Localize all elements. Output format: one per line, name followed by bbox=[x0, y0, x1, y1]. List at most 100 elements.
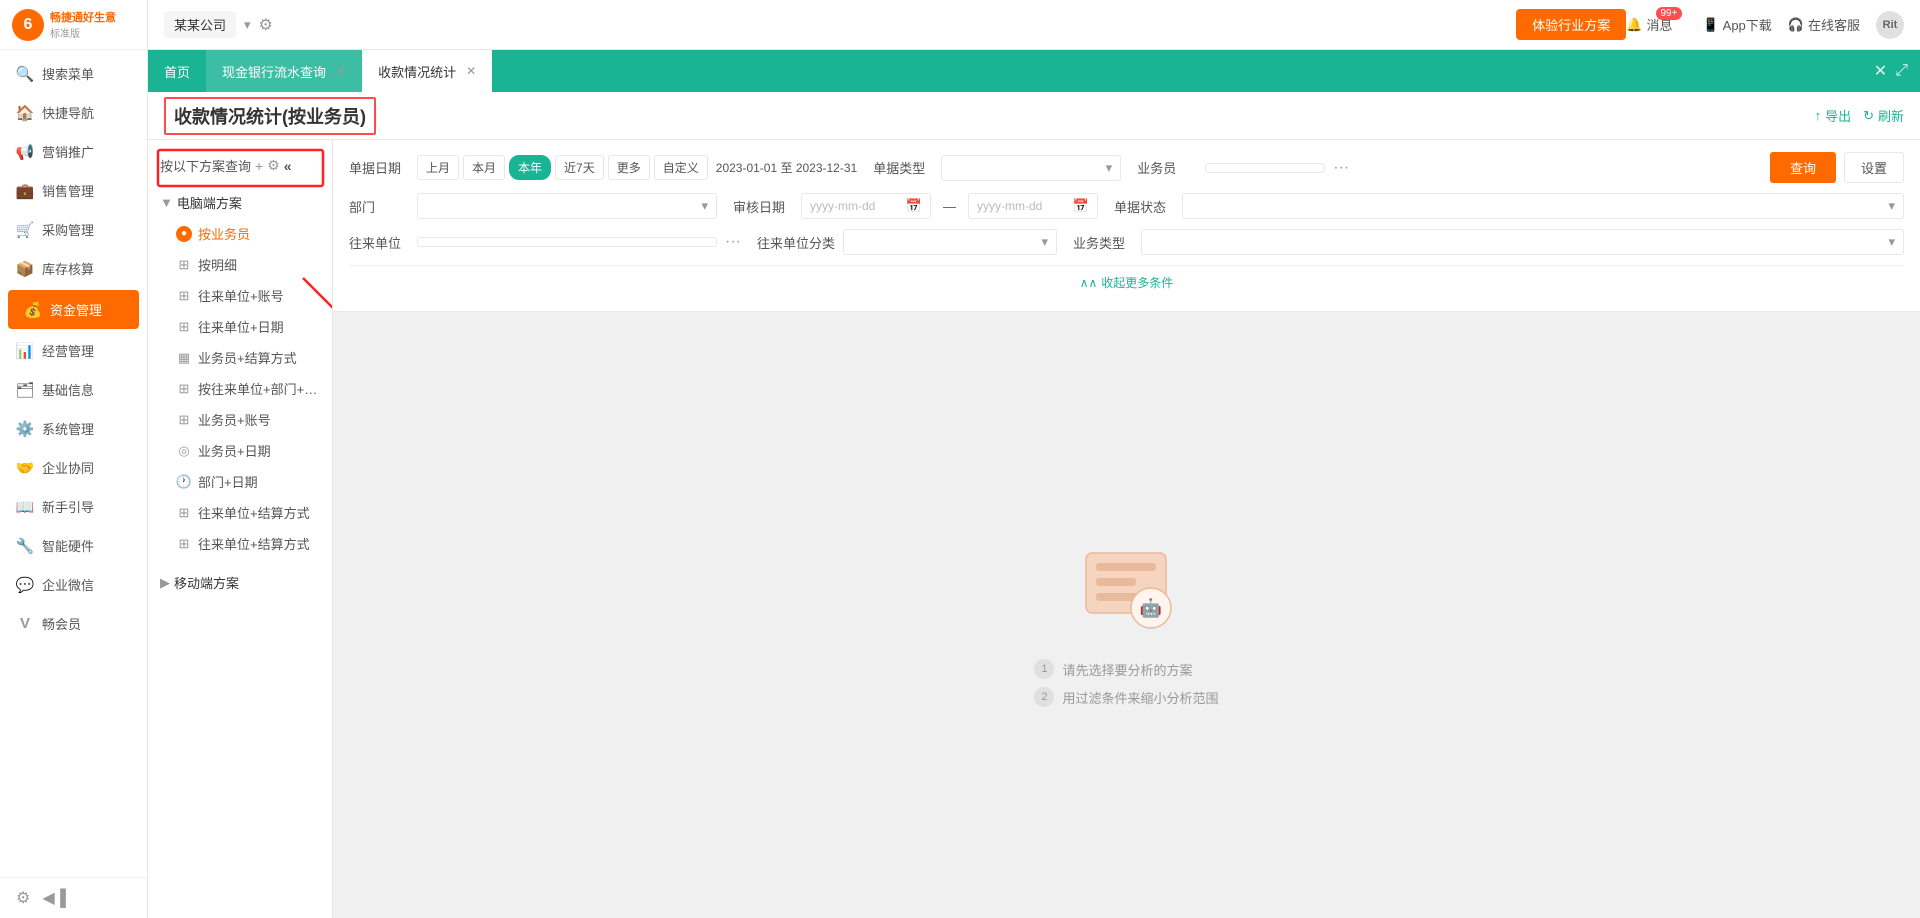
sidebar-item-hardware[interactable]: 🔧 智能硬件 bbox=[0, 526, 147, 565]
filter-dept-item: 部门 ▾ bbox=[349, 193, 717, 219]
sidebar-item-basic[interactable]: 🗂 基础信息 bbox=[0, 370, 147, 409]
filter-doc-type-select[interactable]: ▾ bbox=[941, 155, 1121, 181]
tab-maximize-icon[interactable]: ⤢ bbox=[1895, 62, 1908, 80]
sidebar-item-guide[interactable]: 📖 新手引导 bbox=[0, 487, 147, 526]
tab-close-all-icon[interactable]: ✕ bbox=[1874, 61, 1887, 81]
filter-date-item: 单据日期 上月 本月 本年 近7天 更多 自定义 2023-01-01 至 20… bbox=[349, 155, 857, 180]
sidebar-item-operations[interactable]: 📊 经营管理 bbox=[0, 331, 147, 370]
sidebar-item-shortcut[interactable]: 🏠 快捷导航 bbox=[0, 93, 147, 132]
refresh-button[interactable]: ↻ 刷新 bbox=[1863, 106, 1904, 125]
filter-salesman-select[interactable] bbox=[1205, 163, 1325, 173]
scheme-item-partner-settlement2[interactable]: ⊞ 往来单位+结算方式 bbox=[148, 528, 332, 559]
date-btn-more[interactable]: 更多 bbox=[608, 155, 650, 180]
tab-home-label: 首页 bbox=[164, 62, 190, 81]
user-avatar[interactable]: Rit bbox=[1876, 11, 1904, 39]
filter-row-3: 往来单位 ··· 往来单位分类 ▾ 业务类型 bbox=[349, 229, 1904, 255]
scheme-collapse-icon[interactable]: « bbox=[284, 158, 292, 174]
filter-partner-more[interactable]: ··· bbox=[725, 233, 741, 251]
sidebar-item-system[interactable]: ⚙️ 系统管理 bbox=[0, 409, 147, 448]
topbar-cta-button[interactable]: 体验行业方案 bbox=[1516, 9, 1626, 40]
filter-doc-status-select[interactable]: ▾ bbox=[1182, 193, 1904, 219]
sidebar-item-sales[interactable]: 💼 销售管理 bbox=[0, 171, 147, 210]
collapse-sidebar-icon[interactable]: ◀▐ bbox=[42, 888, 66, 908]
settings-footer-icon[interactable]: ⚙ bbox=[16, 888, 30, 908]
sidebar-item-label: 系统管理 bbox=[42, 419, 94, 438]
scheme-item-by-detail[interactable]: ⊞ 按明细 bbox=[148, 249, 332, 280]
filter-salesman-item: 业务员 ··· bbox=[1137, 158, 1349, 177]
scheme-item-salesman-date[interactable]: ◎ 业务员+日期 bbox=[148, 435, 332, 466]
date-btn-this-month[interactable]: 本月 bbox=[463, 155, 505, 180]
scheme-item-salesman-account[interactable]: ⊞ 业务员+账号 bbox=[148, 404, 332, 435]
scheme-item-by-salesman[interactable]: ● 按业务员 bbox=[148, 218, 332, 249]
scheme-item-partner-dept-collect[interactable]: ⊞ 按往来单位+部门+收... bbox=[148, 373, 332, 404]
sidebar-item-purchase[interactable]: 🛒 采购管理 bbox=[0, 210, 147, 249]
scheme-item-label: 部门+日期 bbox=[198, 472, 258, 491]
finance-icon: 💰 bbox=[24, 301, 42, 319]
filter-date-buttons: 上月 本月 本年 近7天 更多 自定义 2023-01-01 至 2023-12… bbox=[417, 155, 857, 180]
filter-dept-select[interactable]: ▾ bbox=[417, 193, 717, 219]
main-area: 某某公司 ▾ ⚙ 体验行业方案 🔔 消息 99+ 📱 App下载 🎧 在线客服 … bbox=[148, 0, 1920, 918]
filter-dept-label: 部门 bbox=[349, 197, 409, 216]
tab-home[interactable]: 首页 bbox=[148, 50, 206, 92]
notification-button[interactable]: 🔔 消息 99+ bbox=[1626, 15, 1672, 34]
filter-partner-item: 往来单位 ··· bbox=[349, 233, 741, 252]
scheme-add-icon[interactable]: + bbox=[255, 158, 263, 174]
filter-biz-type-select[interactable]: ▾ bbox=[1141, 229, 1904, 255]
sidebar-item-enterprise[interactable]: 🤝 企业协同 bbox=[0, 448, 147, 487]
scheme-settings-icon[interactable]: ⚙ bbox=[267, 157, 280, 174]
topbar-user[interactable]: 某某公司 bbox=[164, 11, 236, 38]
svg-text:🤖: 🤖 bbox=[1140, 597, 1162, 618]
filter-partner-type-select[interactable]: ▾ bbox=[843, 229, 1057, 255]
date-btn-7days[interactable]: 近7天 bbox=[555, 155, 604, 180]
basic-icon: 🗂 bbox=[16, 381, 34, 399]
scheme-item-grid7-icon: ⊞ bbox=[176, 536, 192, 552]
sidebar-item-inventory[interactable]: 📦 库存核算 bbox=[0, 249, 147, 288]
date-btn-custom[interactable]: 自定义 bbox=[654, 155, 708, 180]
online-service-button[interactable]: 🎧 在线客服 bbox=[1788, 15, 1860, 34]
sidebar-item-marketing[interactable]: 📢 营销推广 bbox=[0, 132, 147, 171]
refresh-icon: ↻ bbox=[1863, 108, 1874, 124]
scheme-item-label: 按业务员 bbox=[198, 224, 250, 243]
export-button[interactable]: ↑ 导出 bbox=[1815, 106, 1852, 125]
date-btn-this-year[interactable]: 本年 bbox=[509, 155, 551, 180]
filter-partner-select[interactable] bbox=[417, 237, 717, 247]
filter-salesman-more[interactable]: ··· bbox=[1333, 159, 1349, 177]
calendar-start-icon: 📅 bbox=[906, 198, 922, 214]
scheme-section-desktop-title[interactable]: ▼ 电脑端方案 bbox=[148, 187, 332, 218]
filter-review-date-start[interactable]: yyyy-mm-dd 📅 bbox=[801, 193, 931, 219]
sidebar-item-finance[interactable]: 💰 资金管理 bbox=[8, 290, 139, 329]
scheme-section-mobile-label: 移动端方案 bbox=[174, 573, 239, 592]
scheme-item-partner-settlement1[interactable]: ⊞ 往来单位+结算方式 bbox=[148, 497, 332, 528]
tab-bank-flow[interactable]: 现金银行流水查询 ✕ bbox=[206, 50, 362, 92]
topbar-dropdown-arrow[interactable]: ▾ bbox=[244, 17, 251, 33]
scheme-item-dept-date[interactable]: 🕐 部门+日期 bbox=[148, 466, 332, 497]
tip-num-1: 1 bbox=[1034, 659, 1054, 679]
guide-icon: 📖 bbox=[16, 498, 34, 516]
scheme-item-partner-date[interactable]: ⊞ 往来单位+日期 bbox=[148, 311, 332, 342]
tab-bank-flow-close[interactable]: ✕ bbox=[336, 64, 346, 78]
tip-text-2: 用过滤条件来缩小分析范围 bbox=[1062, 688, 1218, 707]
date-range-display: 2023-01-01 至 2023-12-31 bbox=[716, 159, 857, 176]
filter-settings-button[interactable]: 设置 bbox=[1844, 152, 1904, 183]
query-button[interactable]: 查询 bbox=[1770, 152, 1836, 183]
collapse-bar[interactable]: ∧∧ 收起更多条件 bbox=[349, 265, 1904, 299]
doc-type-dropdown-arrow: ▾ bbox=[1106, 160, 1113, 176]
filter-date-label: 单据日期 bbox=[349, 158, 409, 177]
tab-collection-stats-close[interactable]: ✕ bbox=[466, 64, 476, 78]
scheme-item-partner-account[interactable]: ⊞ 往来单位+账号 bbox=[148, 280, 332, 311]
topbar-gear-icon[interactable]: ⚙ bbox=[259, 15, 273, 35]
date-btn-last-month[interactable]: 上月 bbox=[417, 155, 459, 180]
tab-collection-stats[interactable]: 收款情况统计 ✕ bbox=[362, 50, 492, 92]
empty-tip-1: 1 请先选择要分析的方案 bbox=[1034, 659, 1218, 679]
filter-review-date-end[interactable]: yyyy-mm-dd 📅 bbox=[968, 193, 1098, 219]
review-date-start-value: yyyy-mm-dd bbox=[810, 199, 902, 213]
sidebar-item-search[interactable]: 🔍 搜索菜单 bbox=[0, 54, 147, 93]
app-download-button[interactable]: 📱 App下载 bbox=[1702, 15, 1771, 34]
sidebar-item-member[interactable]: V 畅会员 bbox=[0, 604, 147, 643]
refresh-label: 刷新 bbox=[1878, 106, 1904, 125]
scheme-item-salesman-settlement[interactable]: ▦ 业务员+结算方式 bbox=[148, 342, 332, 373]
sidebar-item-wechat[interactable]: 💬 企业微信 bbox=[0, 565, 147, 604]
scheme-section-mobile-title[interactable]: ▶ 移动端方案 bbox=[148, 567, 332, 598]
calendar-end-icon: 📅 bbox=[1073, 198, 1089, 214]
topbar: 某某公司 ▾ ⚙ 体验行业方案 🔔 消息 99+ 📱 App下载 🎧 在线客服 … bbox=[148, 0, 1920, 50]
